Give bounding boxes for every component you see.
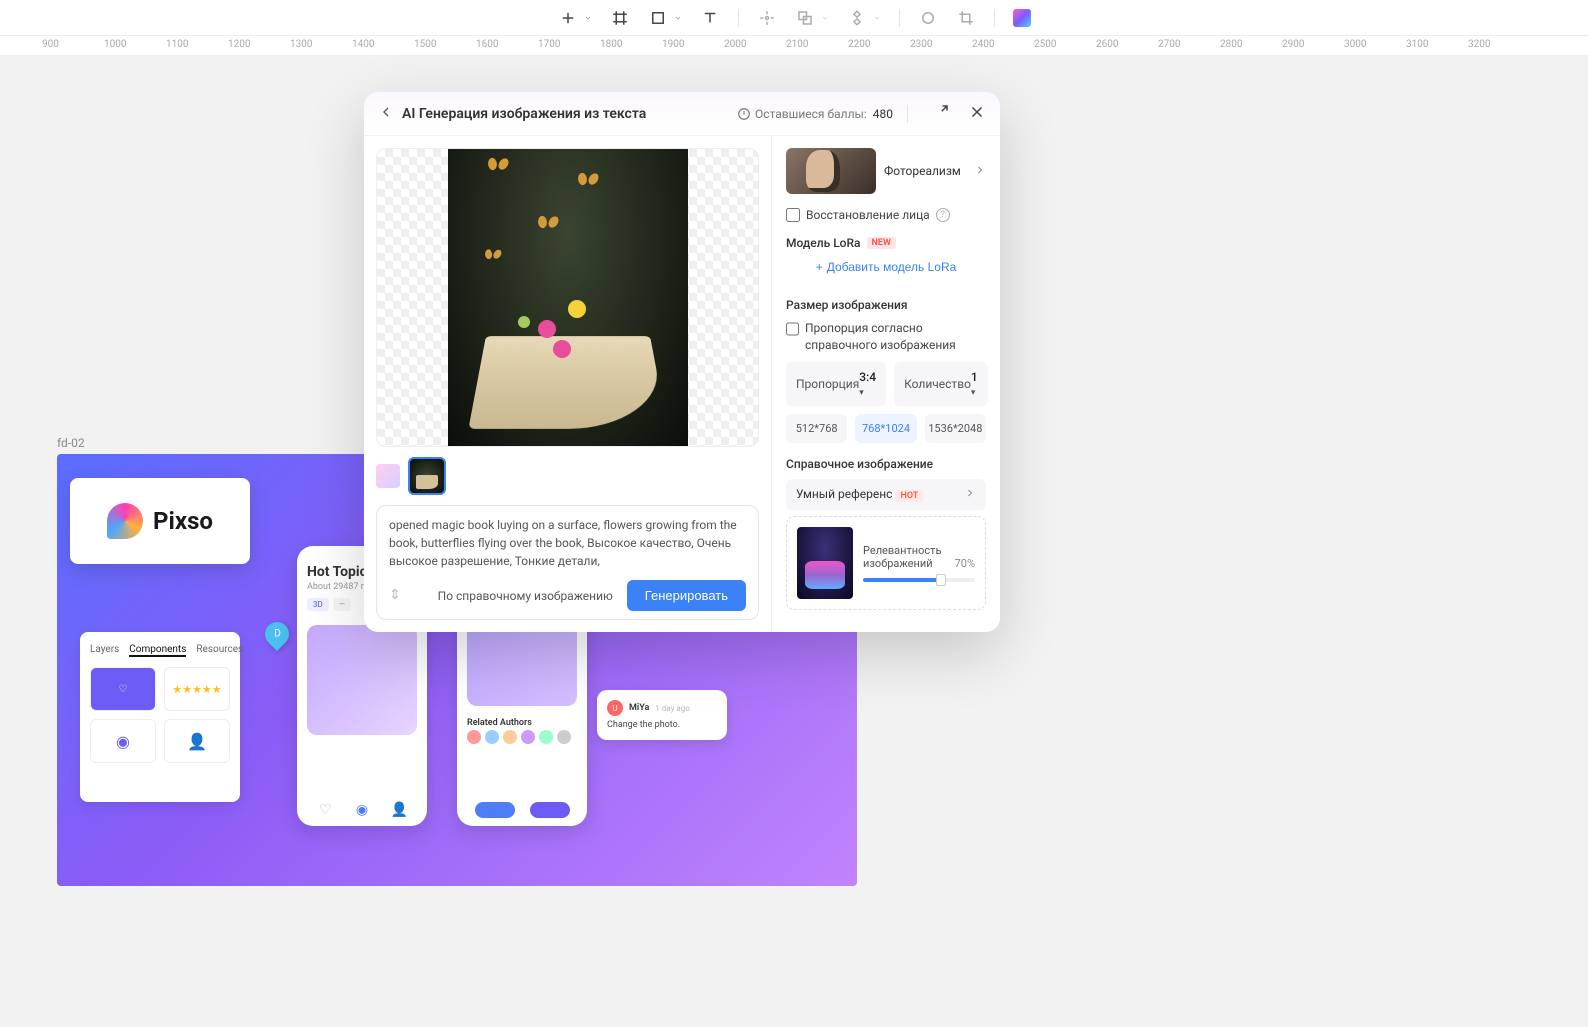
- ai-panel-title: AI Генерация изображения из текста: [402, 106, 729, 122]
- relevance-value: 70%: [955, 557, 975, 570]
- mock-tab-layers: Layers: [90, 644, 119, 657]
- toolbar-sep-3: [994, 9, 995, 27]
- mock-layers-panel: Layers Components Resources ♡ ★★★★★ ◉ 👤: [80, 632, 240, 802]
- by-reference-link[interactable]: По справочному изображению: [438, 587, 613, 605]
- count-select[interactable]: Количество 1 ▾: [894, 362, 988, 406]
- result-thumbnail[interactable]: [408, 457, 446, 495]
- horizontal-ruler: 8009001000110012001300140015001600170018…: [0, 36, 1588, 56]
- ratio-from-ref-input[interactable]: [786, 322, 799, 336]
- face-restore-checkbox[interactable]: Восстановление лица ?: [786, 208, 986, 222]
- ratio-from-ref-checkbox[interactable]: Пропорция согласно справочного изображен…: [786, 320, 986, 354]
- lora-section-label: Модель LoRa NEW: [786, 236, 986, 250]
- comment-user: MiYa: [629, 703, 649, 713]
- chevron-right-icon: [964, 487, 976, 502]
- expand-prompt-icon[interactable]: ⇕: [389, 585, 401, 606]
- mock-authors-label: Related Authors: [457, 712, 587, 730]
- size-options: 512*768 768*1024 1536*2048: [786, 414, 986, 443]
- ratio-select[interactable]: Пропорция 3:4 ▾: [786, 362, 886, 406]
- thumbnail-row: [376, 457, 759, 495]
- add-tool-chevron[interactable]: [584, 8, 592, 28]
- like-pill: [530, 802, 570, 818]
- style-thumbnail: [786, 148, 876, 194]
- mock-tab-resources: Resources: [196, 644, 243, 657]
- style-selector[interactable]: Фотореализм: [786, 148, 986, 194]
- mock-phone1-image: [307, 625, 417, 735]
- new-badge: NEW: [867, 237, 896, 249]
- relevance-label: Релевантность изображений: [863, 544, 941, 570]
- generate-button[interactable]: Генерировать: [627, 580, 746, 611]
- pixso-wordmark: Pixso: [153, 507, 213, 535]
- mock-cell-heart: ♡: [90, 667, 156, 711]
- smart-reference-select[interactable]: Умный референс HOT: [786, 479, 986, 510]
- frame-tool[interactable]: [610, 8, 630, 28]
- shape-tool[interactable]: [648, 8, 668, 28]
- generated-image[interactable]: [448, 148, 688, 447]
- style-label: Фотореализм: [884, 164, 966, 178]
- crop-tool[interactable]: [956, 8, 976, 28]
- share-pill: [475, 802, 515, 818]
- add-tool[interactable]: [558, 8, 578, 28]
- mock-comment-card: U MiYa 1 day ago Change the photo.: [597, 690, 727, 740]
- ai-settings-column: Фотореализм Восстановление лица ? Модель…: [772, 136, 1000, 632]
- mock-cell-avatar: 👤: [164, 719, 230, 763]
- preview-canvas: [376, 148, 759, 447]
- mock-chip-3d: 3D: [307, 598, 329, 611]
- plus-icon: +: [816, 260, 823, 274]
- prompt-container: opened magic book luying on a surface, f…: [376, 505, 759, 620]
- points-indicator: Оставшиеся баллы: 480: [737, 107, 893, 121]
- shape-tool-chevron[interactable]: [674, 8, 682, 28]
- face-restore-input[interactable]: [786, 208, 800, 222]
- component-chevron[interactable]: [873, 8, 881, 28]
- boolean-chevron[interactable]: [821, 8, 829, 28]
- ai-tool-icon[interactable]: [1013, 9, 1031, 27]
- size-opt-0[interactable]: 512*768: [786, 414, 847, 443]
- size-opt-1[interactable]: 768*1024: [855, 414, 916, 443]
- compass-icon: ◉: [354, 802, 370, 818]
- toolbar-sep: [738, 9, 739, 27]
- prompt-input[interactable]: opened magic book luying on a surface, f…: [389, 516, 746, 570]
- relevance-slider[interactable]: [863, 578, 975, 582]
- ai-generation-panel: AI Генерация изображения из текста Остав…: [364, 92, 1000, 632]
- close-icon[interactable]: [968, 103, 986, 125]
- mock-cell-stars: ★★★★★: [164, 667, 230, 711]
- expand-icon[interactable]: [932, 103, 950, 125]
- text-tool[interactable]: [700, 8, 720, 28]
- chevron-right-icon: [974, 164, 986, 179]
- comment-avatar: U: [607, 700, 623, 716]
- align-tool[interactable]: [757, 8, 777, 28]
- reference-card: Релевантность изображений 70%: [786, 516, 986, 610]
- heart-icon: ♡: [317, 802, 333, 818]
- ai-panel-header: AI Генерация изображения из текста Остав…: [364, 92, 1000, 136]
- back-button[interactable]: [378, 104, 394, 124]
- comment-time: 1 day ago: [655, 704, 689, 713]
- component-tool[interactable]: [847, 8, 867, 28]
- pixso-logo-card: Pixso: [70, 478, 250, 564]
- frame-label: fd-02: [57, 436, 85, 450]
- boolean-tool[interactable]: [795, 8, 815, 28]
- size-opt-2[interactable]: 1536*2048: [925, 414, 986, 443]
- pixso-icon: [107, 503, 143, 539]
- hot-badge: HOT: [895, 490, 923, 502]
- ref-section-label: Справочное изображение: [786, 457, 986, 471]
- reference-thumbnail[interactable]: [797, 527, 853, 599]
- mock-tab-components: Components: [129, 644, 186, 657]
- help-icon[interactable]: ?: [936, 208, 950, 222]
- ai-preview-column: opened magic book luying on a surface, f…: [364, 136, 772, 632]
- ai-brand-icon: [376, 464, 400, 488]
- add-lora-button[interactable]: + Добавить модель LoRa: [786, 250, 986, 284]
- user-icon: 👤: [391, 802, 407, 818]
- comment-msg: Change the photo.: [607, 720, 717, 730]
- size-section-label: Размер изображения: [786, 298, 986, 312]
- mask-tool[interactable]: [918, 8, 938, 28]
- top-toolbar: [0, 0, 1588, 36]
- toolbar-sep-2: [899, 9, 900, 27]
- mock-cell-compass: ◉: [90, 719, 156, 763]
